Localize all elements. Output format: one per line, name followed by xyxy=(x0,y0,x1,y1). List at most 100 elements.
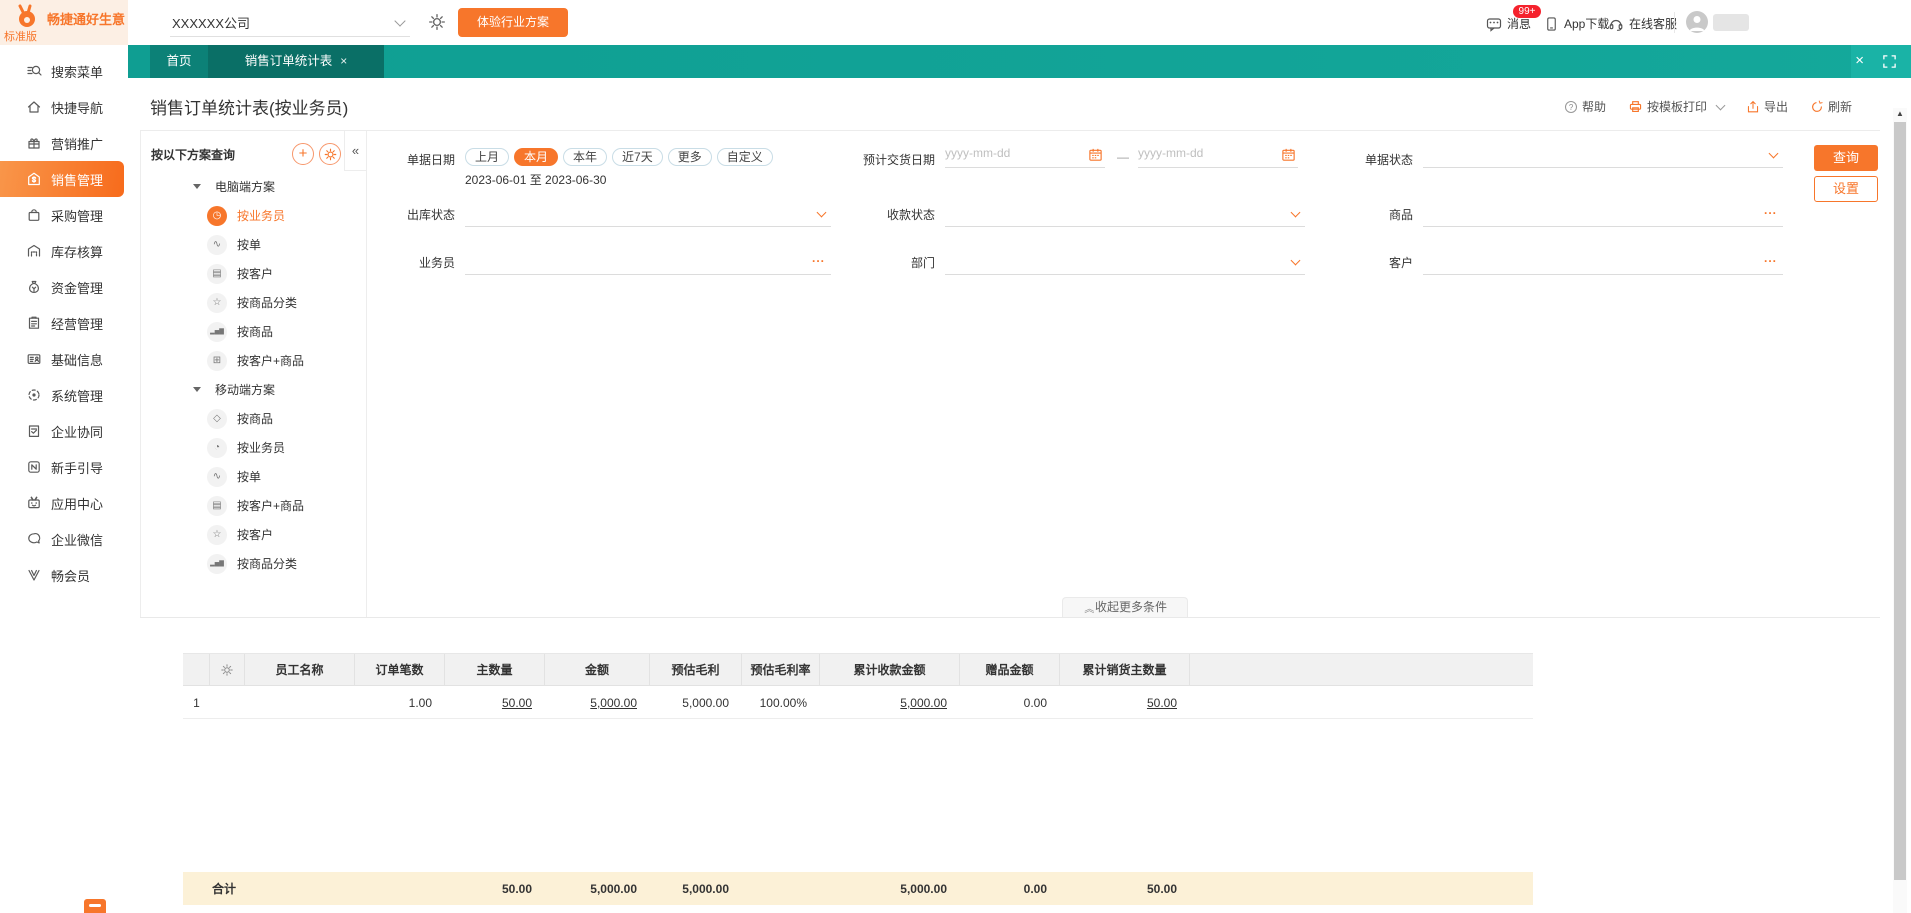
scheme-settings-icon[interactable] xyxy=(319,143,341,165)
date-quick-pills: 上月 本月 本年 近7天 更多 自定义 xyxy=(465,148,773,166)
delivery-date-start-input[interactable] xyxy=(945,143,1065,160)
page-header: 销售订单统计表(按业务员) ? 帮助 按模板打印 导出 刷新 xyxy=(140,78,1880,131)
customer-picker[interactable]: ... xyxy=(1423,250,1783,275)
sidebar-item-marketing[interactable]: 营销推广 xyxy=(0,125,128,161)
salesman-picker[interactable]: ... xyxy=(465,250,831,275)
tab-sales-order-report[interactable]: 销售订单统计表 × xyxy=(208,45,384,78)
star-icon: ☆ xyxy=(207,524,227,545)
scheme-panel: 按以下方案查询 + « 电脑端方案 ◷ 按业务员 ∿ 按单 ▤ 按客户 ☆ 按商… xyxy=(140,131,367,617)
table-row: 1 1.00 50.00 5,000.00 5,000.00 100.00% 5… xyxy=(183,687,1533,719)
tab-close-icon[interactable]: × xyxy=(340,54,347,68)
sidebar-item-system[interactable]: 系统管理 xyxy=(0,377,128,413)
tree-item-by-customer[interactable]: ▤ 按客户 xyxy=(141,259,366,288)
printer-icon xyxy=(1629,101,1642,112)
collapse-more-conditions-button[interactable]: 《收起更多条件 xyxy=(1062,597,1188,618)
floating-helper-icon[interactable] xyxy=(84,899,106,913)
fullscreen-icon[interactable] xyxy=(1882,54,1897,69)
top-bar: 畅捷通好生意 标准版 XXXXXX公司 体验行业方案 消息 99+ App下载 … xyxy=(0,0,1911,45)
outbound-status-select[interactable] xyxy=(465,202,831,227)
cell-orders: 1.00 xyxy=(355,687,445,719)
delivery-date-label: 预计交货日期 xyxy=(862,153,935,167)
trend-icon: ∿ xyxy=(207,466,227,487)
pill-this-year[interactable]: 本年 xyxy=(563,148,608,166)
trend-icon: ∿ xyxy=(207,234,227,255)
tree-item-m-by-salesman[interactable]: ◔ 按业务员 xyxy=(141,433,366,462)
svg-text:?: ? xyxy=(1569,102,1574,111)
online-service-button[interactable]: 在线客服 xyxy=(1608,15,1677,32)
tree-item-by-goods[interactable]: ▂▅▇ 按商品 xyxy=(141,317,366,346)
app-download-button[interactable]: App下载 xyxy=(1544,15,1609,32)
settings-button[interactable]: 设置 xyxy=(1814,176,1878,202)
tree-item-by-salesman-active[interactable]: ◷ 按业务员 xyxy=(141,201,366,230)
sidebar-item-app-center[interactable]: 应用中心 xyxy=(0,485,128,521)
avatar[interactable] xyxy=(1686,11,1708,33)
sidebar-item-sales-active[interactable]: 销售管理 xyxy=(0,161,124,197)
sidebar-item-member[interactable]: 畅会员 xyxy=(0,557,128,593)
sidebar-item-funds[interactable]: 资金管理 xyxy=(0,269,128,305)
online-service-label: 在线客服 xyxy=(1629,17,1678,31)
tree-item-m-by-customer-goods[interactable]: ▤ 按客户+商品 xyxy=(141,491,366,520)
sidebar-item-operations[interactable]: 经营管理 xyxy=(0,305,128,341)
goods-picker[interactable]: ... xyxy=(1423,202,1783,227)
sidebar-item-quick-nav[interactable]: 快捷导航 xyxy=(0,89,128,125)
cell-qty-link[interactable]: 50.00 xyxy=(502,696,532,710)
tree-group-pc[interactable]: 电脑端方案 xyxy=(141,172,366,201)
pill-more[interactable]: 更多 xyxy=(667,148,712,166)
tree-item-m-by-order[interactable]: ∿ 按单 xyxy=(141,462,366,491)
cell-sold-qty-link[interactable]: 50.00 xyxy=(1147,696,1177,710)
tree-item-by-order[interactable]: ∿ 按单 xyxy=(141,230,366,259)
cell-amount-link[interactable]: 5,000.00 xyxy=(590,696,637,710)
tree-item-m-by-goods-category[interactable]: ▂▅▇ 按商品分类 xyxy=(141,549,366,578)
company-selector[interactable]: XXXXXX公司 xyxy=(170,8,410,37)
cell-profit-rate: 100.00% xyxy=(742,687,820,719)
pill-custom[interactable]: 自定义 xyxy=(716,148,773,166)
sidebar-item-beginner-guide[interactable]: 新手引导 xyxy=(0,449,128,485)
export-button[interactable]: 导出 xyxy=(1746,98,1788,115)
tab-home[interactable]: 首页 xyxy=(150,45,208,78)
pill-last-month[interactable]: 上月 xyxy=(465,148,510,166)
settings-gear-icon[interactable] xyxy=(428,13,446,31)
tree-item-m-by-goods[interactable]: ◇ 按商品 xyxy=(141,404,366,433)
tree-group-mobile[interactable]: 移动端方案 xyxy=(141,375,366,404)
app-download-label: App下载 xyxy=(1564,17,1610,31)
trial-plan-button[interactable]: 体验行业方案 xyxy=(458,8,568,37)
pill-last-7-days[interactable]: 近7天 xyxy=(612,148,663,166)
calendar-icon[interactable] xyxy=(1281,147,1296,162)
tree-item-by-customer-goods[interactable]: ⊞ 按客户+商品 xyxy=(141,346,366,375)
tree-group-label: 移动端方案 xyxy=(215,383,276,397)
cell-received-link[interactable]: 5,000.00 xyxy=(900,696,947,710)
column-settings-gear-icon[interactable] xyxy=(210,654,245,685)
help-button[interactable]: ? 帮助 xyxy=(1564,98,1606,115)
sidebar-item-collaboration[interactable]: 企业协同 xyxy=(0,413,128,449)
bill-status-select[interactable] xyxy=(1423,143,1783,168)
payment-status-select[interactable] xyxy=(945,202,1305,227)
sidebar-item-wechat-work[interactable]: 企业微信 xyxy=(0,521,128,557)
pill-this-month-active[interactable]: 本月 xyxy=(514,148,559,166)
refresh-button[interactable]: 刷新 xyxy=(1810,98,1852,115)
sidebar-item-label: 销售管理 xyxy=(51,172,104,188)
calendar-icon[interactable] xyxy=(1088,147,1103,162)
export-label: 导出 xyxy=(1763,100,1788,114)
close-icon[interactable]: × xyxy=(1855,52,1864,70)
department-select[interactable] xyxy=(945,250,1305,275)
collapse-panel-icon[interactable]: « xyxy=(344,131,366,171)
delivery-date-end-input[interactable] xyxy=(1138,143,1258,160)
tree-item-m-by-customer[interactable]: ☆ 按客户 xyxy=(141,520,366,549)
collapse-icon: 《 xyxy=(1082,603,1094,614)
sidebar-item-purchase[interactable]: 采购管理 xyxy=(0,197,128,233)
salesman-label: 业务员 xyxy=(418,256,455,270)
sidebar-item-search-menu[interactable]: 搜索菜单 xyxy=(0,53,128,89)
sidebar-item-inventory[interactable]: 库存核算 xyxy=(0,233,128,269)
query-button[interactable]: 查询 xyxy=(1814,145,1878,171)
sidebar-item-base-info[interactable]: 基础信息 xyxy=(0,341,128,377)
add-scheme-icon[interactable]: + xyxy=(292,143,314,165)
print-by-template-button[interactable]: 按模板打印 xyxy=(1628,98,1726,115)
app-center-tv-icon xyxy=(28,496,40,509)
company-name: XXXXXX公司 xyxy=(172,16,251,31)
scrollbar-thumb[interactable] xyxy=(1894,122,1906,880)
tree-item-by-goods-category[interactable]: ☆ 按商品分类 xyxy=(141,288,366,317)
tree-item-label: 按业务员 xyxy=(237,441,286,455)
sidebar-item-label: 畅会员 xyxy=(51,568,91,584)
scroll-up-arrow-icon[interactable]: ▲ xyxy=(1893,108,1907,120)
card-icon: ▤ xyxy=(207,495,227,516)
